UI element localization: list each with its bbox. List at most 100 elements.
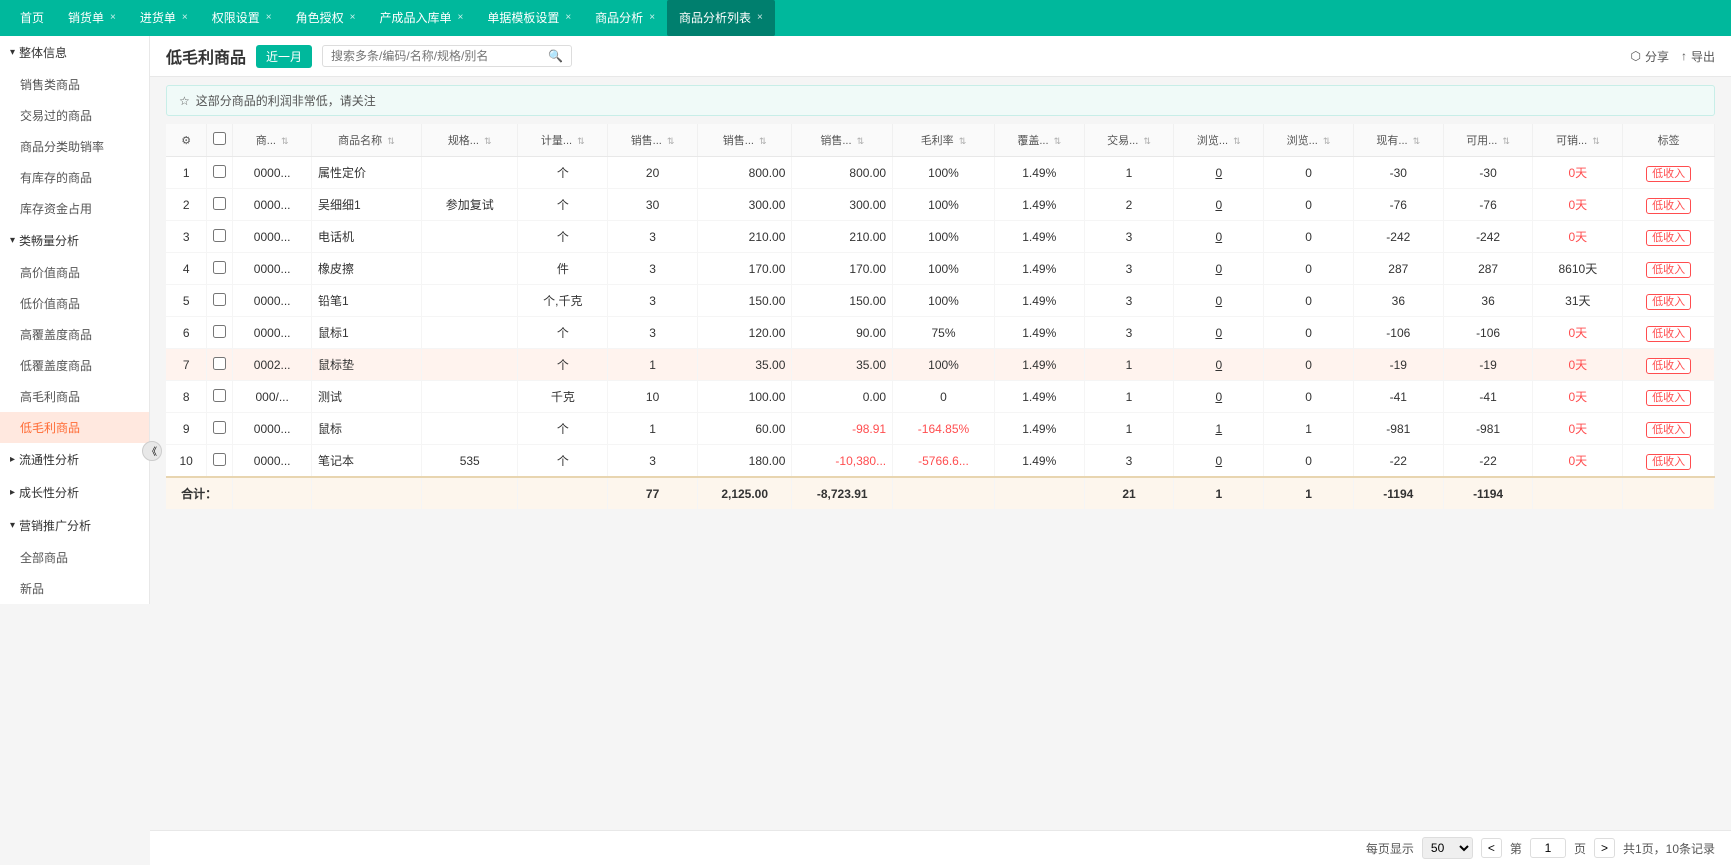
row-tag: 低收入 [1623, 413, 1715, 445]
sidebar-group-overall[interactable]: ▾ 整体信息 [0, 36, 149, 69]
row-code: 000/... [233, 381, 312, 413]
row-transactions: 1 [1084, 381, 1174, 413]
table-row: 9 0000... 鼠标 个 1 60.00 -98.91 -164.85% 1… [166, 413, 1715, 445]
next-page-button[interactable]: > [1594, 838, 1615, 858]
close-icon[interactable]: × [182, 0, 188, 36]
sidebar-group-marketing[interactable]: ▾ 营销推广分析 [0, 509, 149, 542]
sidebar-group-growth[interactable]: ▸ 成长性分析 [0, 476, 149, 509]
row-sales-qty: 3 [608, 221, 698, 253]
row-checkbox[interactable] [213, 165, 226, 178]
col-transactions: 交易... ⇅ [1084, 124, 1174, 157]
nav-home[interactable]: 首页 [8, 0, 56, 36]
sidebar-item-all-products[interactable]: 全部商品 [0, 542, 149, 573]
row-checkbox[interactable] [213, 453, 226, 466]
chevron-right-icon: ▸ [10, 454, 15, 465]
row-current-stock: 36 [1353, 285, 1443, 317]
row-unit: 个 [518, 157, 608, 189]
row-checkbox[interactable] [213, 229, 226, 242]
row-tag: 低收入 [1623, 381, 1715, 413]
export-button[interactable]: ↑ 导出 [1681, 48, 1715, 65]
share-button[interactable]: ⬡ 分享 [1630, 48, 1669, 65]
close-icon[interactable]: × [565, 0, 571, 36]
sidebar-item-high-coverage[interactable]: 高覆盖度商品 [0, 319, 149, 350]
search-input[interactable] [331, 49, 548, 63]
sidebar-item-traded-products[interactable]: 交易过的商品 [0, 100, 149, 131]
row-checkbox[interactable] [213, 197, 226, 210]
nav-product-analysis[interactable]: 商品分析 × [583, 0, 667, 36]
row-gross-rate: 100% [893, 157, 995, 189]
row-browse1: 0 [1174, 221, 1264, 253]
row-browse2: 0 [1264, 381, 1354, 413]
sidebar-item-inventory-capital[interactable]: 库存资金占用 [0, 193, 149, 224]
sidebar-item-sales-products[interactable]: 销售类商品 [0, 69, 149, 100]
close-icon[interactable]: × [649, 0, 655, 36]
sidebar-item-low-coverage[interactable]: 低覆盖度商品 [0, 350, 149, 381]
sidebar-group-flow-analysis[interactable]: ▾ 类畅量分析 [0, 224, 149, 257]
page-title: 低毛利商品 [166, 44, 246, 68]
row-transactions: 1 [1084, 413, 1174, 445]
nav-product-inbound[interactable]: 产成品入库单 × [367, 0, 475, 36]
row-spec [421, 253, 517, 285]
total-records-label: 共1页，10条记录 [1623, 840, 1715, 857]
sidebar-item-stocked-products[interactable]: 有库存的商品 [0, 162, 149, 193]
row-checkbox[interactable] [213, 293, 226, 306]
page-number-input[interactable] [1530, 838, 1566, 858]
row-coverage: 1.49% [994, 189, 1084, 221]
share-icon: ⬡ [1630, 49, 1640, 63]
row-unit: 个 [518, 317, 608, 349]
sidebar-item-new-products[interactable]: 新品 [0, 573, 149, 604]
close-icon[interactable]: × [350, 0, 356, 36]
row-sales-qty: 3 [608, 445, 698, 478]
nav-sales-order[interactable]: 销货单 × [56, 0, 128, 36]
total-sales-qty: 77 [608, 477, 698, 510]
row-sellable: 0天 [1533, 157, 1623, 189]
row-gross-rate: -164.85% [893, 413, 995, 445]
time-filter-button[interactable]: 近一月 [256, 45, 312, 68]
sidebar-item-low-margin[interactable]: 低毛利商品 [0, 412, 149, 443]
row-checkbox[interactable] [213, 357, 226, 370]
col-available: 可用... ⇅ [1443, 124, 1533, 157]
select-all-checkbox[interactable] [213, 132, 226, 145]
page-size-select[interactable]: 50 100 200 [1422, 837, 1473, 859]
row-current-stock: -242 [1353, 221, 1443, 253]
table-row: 3 0000... 电话机 个 3 210.00 210.00 100% 1.4… [166, 221, 1715, 253]
nav-template-settings[interactable]: 单据模板设置 × [475, 0, 583, 36]
sidebar-item-low-value[interactable]: 低价值商品 [0, 288, 149, 319]
nav-purchase-order[interactable]: 进货单 × [128, 0, 200, 36]
sidebar-item-high-margin[interactable]: 高毛利商品 [0, 381, 149, 412]
row-checkbox[interactable] [213, 421, 226, 434]
sidebar-item-high-value[interactable]: 高价值商品 [0, 257, 149, 288]
row-checkbox[interactable] [213, 325, 226, 338]
row-browse1: 0 [1174, 381, 1264, 413]
collapse-sidebar-button[interactable]: 《 [142, 441, 162, 461]
row-checkbox[interactable] [213, 261, 226, 274]
row-sales-price: 170.00 [697, 253, 791, 285]
data-table-container: ⚙ 商... ⇅ 商品名称 ⇅ 规格... ⇅ 计量... ⇅ 销售... ⇅ … [166, 124, 1715, 830]
col-select-all[interactable] [207, 124, 233, 157]
row-tag: 低收入 [1623, 221, 1715, 253]
row-browse2: 0 [1264, 445, 1354, 478]
search-icon[interactable]: 🔍 [548, 49, 563, 63]
prev-page-button[interactable]: < [1481, 838, 1502, 858]
sidebar-group-liquidity[interactable]: ▸ 流通性分析 [0, 443, 149, 476]
nav-role-auth[interactable]: 角色授权 × [284, 0, 368, 36]
nav-permission-settings[interactable]: 权限设置 × [200, 0, 284, 36]
total-row: 合计： 77 2,125.00 -8,723.91 21 1 1 -1194 [166, 477, 1715, 510]
close-icon[interactable]: × [757, 0, 763, 36]
row-browse1: 0 [1174, 157, 1264, 189]
row-checkbox[interactable] [213, 389, 226, 402]
close-icon[interactable]: × [110, 0, 116, 36]
nav-product-analysis-list[interactable]: 商品分析列表 × [667, 0, 775, 36]
row-name: 笔记本 [311, 445, 421, 478]
row-tag: 低收入 [1623, 253, 1715, 285]
col-settings[interactable]: ⚙ [166, 124, 207, 157]
row-sales-profit: 0.00 [792, 381, 893, 413]
table-row: 10 0000... 笔记本 535 个 3 180.00 -10,380...… [166, 445, 1715, 478]
sidebar-item-category-sales-rate[interactable]: 商品分类助销率 [0, 131, 149, 162]
row-tag: 低收入 [1623, 445, 1715, 478]
row-name: 鼠标垫 [311, 349, 421, 381]
close-icon[interactable]: × [457, 0, 463, 36]
row-num: 9 [166, 413, 207, 445]
close-icon[interactable]: × [266, 0, 272, 36]
header-actions: ⬡ 分享 ↑ 导出 [1630, 48, 1715, 65]
